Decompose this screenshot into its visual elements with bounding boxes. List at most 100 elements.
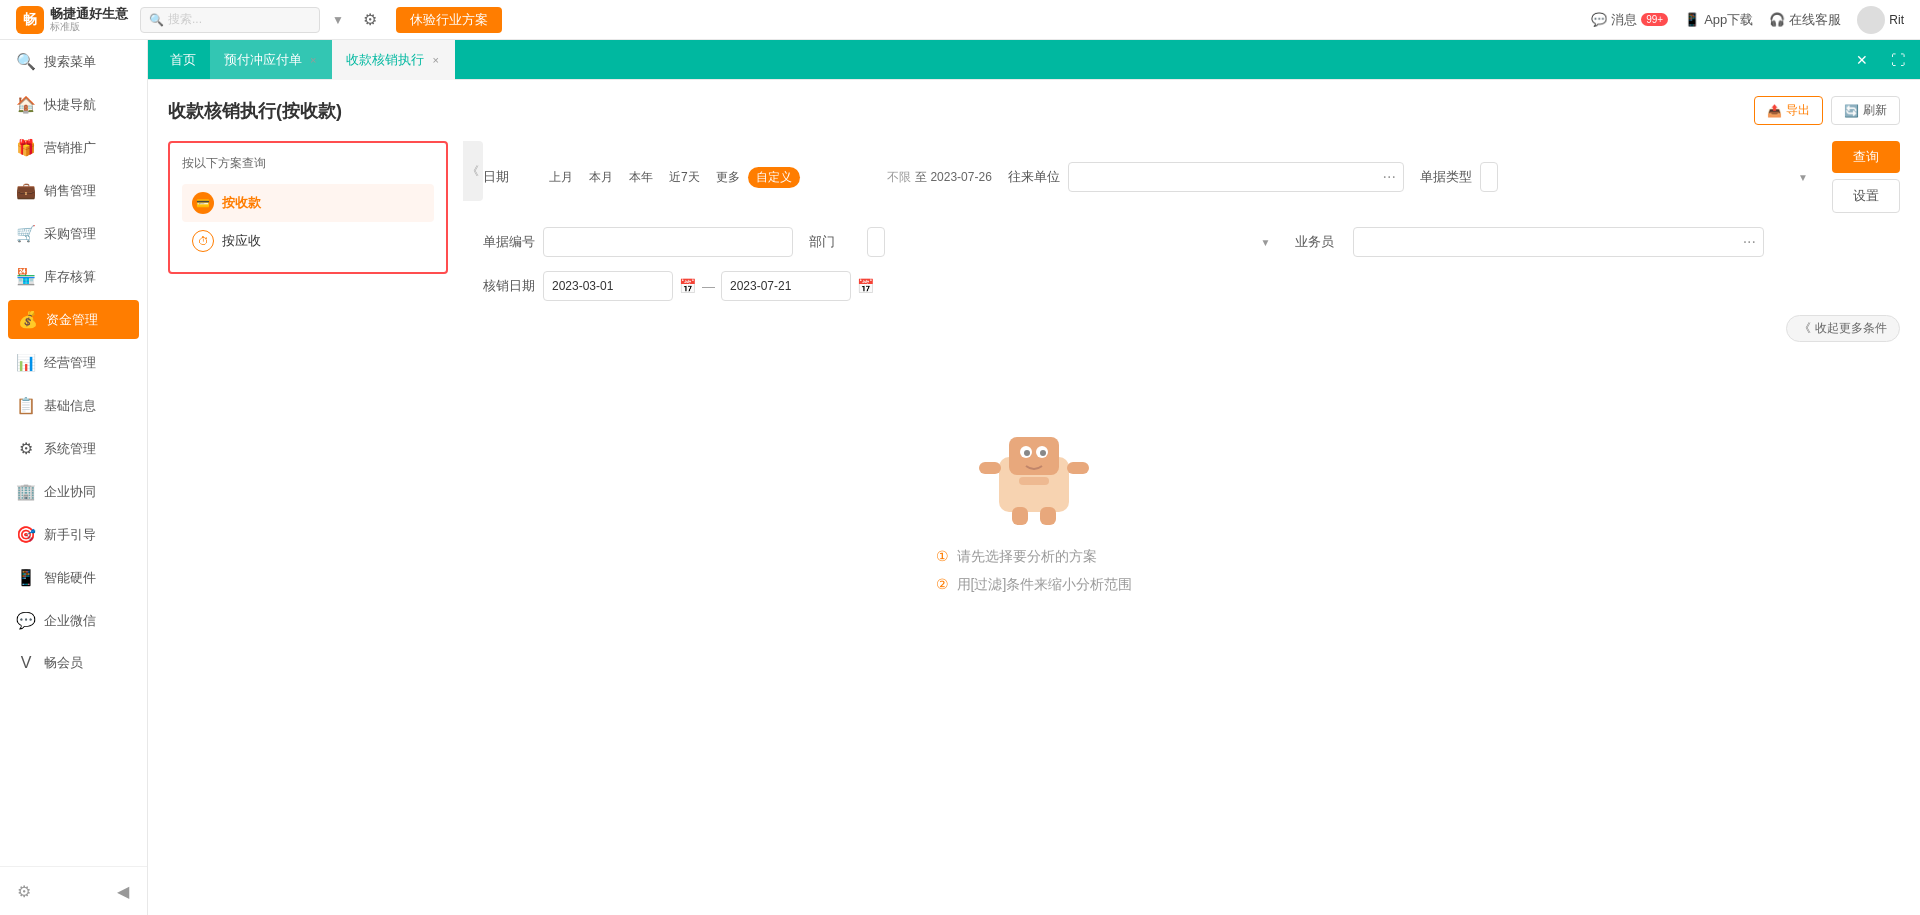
date-tab-custom[interactable]: 自定义: [748, 167, 800, 188]
date-tab-this-month[interactable]: 本月: [581, 167, 621, 188]
sidebar-item-member[interactable]: V 畅会员: [0, 642, 147, 684]
sidebar-collapse-icon[interactable]: ◀: [107, 875, 139, 907]
tab-bar-actions: ✕ ⛶: [1848, 46, 1912, 74]
calendar-start-icon[interactable]: 📅: [679, 278, 696, 294]
nav-dropdown[interactable]: ▼: [332, 13, 344, 27]
sidebar-item-newbie[interactable]: 🎯 新手引导: [0, 513, 147, 556]
newbie-icon: 🎯: [16, 525, 36, 544]
sidebar-item-sales[interactable]: 💼 销售管理: [0, 169, 147, 212]
sidebar-item-finance[interactable]: 💰 资金管理: [8, 300, 139, 339]
inventory-icon: 🏪: [16, 267, 36, 286]
collapse-more-icon: 《: [1799, 320, 1811, 337]
user-name: Rit: [1889, 13, 1904, 27]
date-tab-this-year[interactable]: 本年: [621, 167, 661, 188]
tab-receipt-label: 收款核销执行: [346, 51, 424, 69]
search-icon: 🔍: [149, 13, 164, 27]
sidebar-item-operation[interactable]: 📊 经营管理: [0, 341, 147, 384]
industry-solution-button[interactable]: 休验行业方案: [396, 7, 502, 33]
settings-icon[interactable]: ⚙: [356, 6, 384, 34]
receivable-option-icon: ⏱: [192, 230, 214, 252]
settings-button[interactable]: 设置: [1832, 179, 1900, 213]
top-search-box[interactable]: 🔍 搜索...: [140, 7, 320, 33]
date-tab-7days[interactable]: 近7天: [661, 167, 708, 188]
tab-prepay[interactable]: 预付冲应付单 ×: [210, 40, 332, 80]
date-tab-more[interactable]: 更多: [708, 167, 748, 188]
filter-row-3: 核销日期 📅 — 📅: [483, 271, 1900, 301]
collapse-more-button[interactable]: 《 收起更多条件: [1786, 315, 1900, 342]
sidebar-item-wechat[interactable]: 💬 企业微信: [0, 599, 147, 642]
tab-home[interactable]: 首页: [156, 40, 210, 80]
sidebar-item-basic-info[interactable]: 📋 基础信息: [0, 384, 147, 427]
filter-right-panel: 日期 上月 本月 本年 近7天 更多 自定义: [483, 141, 1900, 342]
date-range: 📅 — 📅: [543, 271, 874, 301]
tab-close-all-button[interactable]: ✕: [1848, 46, 1876, 74]
sidebar-item-label: 基础信息: [44, 397, 96, 415]
tab-expand-button[interactable]: ⛶: [1884, 46, 1912, 74]
sidebar-item-label: 企业微信: [44, 612, 96, 630]
staff-field: 业务员 ···: [1295, 227, 1765, 257]
sidebar-item-marketing[interactable]: 🎁 营销推广: [0, 126, 147, 169]
svg-rect-10: [1040, 507, 1056, 525]
calendar-end-icon[interactable]: 📅: [857, 278, 874, 294]
tab-receipt-close[interactable]: ×: [430, 52, 440, 68]
online-service-button[interactable]: 🎧 在线客服: [1769, 11, 1841, 29]
user-profile[interactable]: Rit: [1857, 6, 1904, 34]
date-tab-last-month[interactable]: 上月: [541, 167, 581, 188]
sales-icon: 💼: [16, 181, 36, 200]
export-button[interactable]: 📤 导出: [1754, 96, 1823, 125]
sidebar-item-quick-nav[interactable]: 🏠 快捷导航: [0, 83, 147, 126]
svg-rect-7: [1067, 462, 1089, 474]
sidebar-item-label: 库存核算: [44, 268, 96, 286]
verify-date-end-input[interactable]: [721, 271, 851, 301]
export-icon: 📤: [1767, 104, 1782, 118]
message-button[interactable]: 💬 消息 99+: [1591, 11, 1668, 29]
sidebar-item-label: 经营管理: [44, 354, 96, 372]
sidebar-settings-icon[interactable]: ⚙: [8, 875, 40, 907]
sidebar-item-label: 销售管理: [44, 182, 96, 200]
sidebar-item-purchase[interactable]: 🛒 采购管理: [0, 212, 147, 255]
empty-state: ① 请先选择要分析的方案 ② 用[过滤]条件来缩小分析范围: [168, 342, 1900, 638]
app-download-button[interactable]: 📱 App下载: [1684, 11, 1753, 29]
doc-no-field: 单据编号: [483, 227, 793, 257]
partner-ellipsis-button[interactable]: ···: [1375, 162, 1404, 192]
sidebar-item-inventory[interactable]: 🏪 库存核算: [0, 255, 147, 298]
staff-input[interactable]: [1353, 227, 1765, 257]
search-placeholder: 搜索...: [168, 11, 202, 28]
tab-receipt[interactable]: 收款核销执行 ×: [332, 40, 454, 80]
sidebar-item-label: 系统管理: [44, 440, 96, 458]
sidebar-item-label: 采购管理: [44, 225, 96, 243]
staff-ellipsis-button[interactable]: ···: [1735, 227, 1764, 257]
empty-hint-2: ② 用[过滤]条件来缩小分析范围: [936, 570, 1133, 598]
verify-date-start-input[interactable]: [543, 271, 673, 301]
sidebar-item-search-menu[interactable]: 🔍 搜索菜单: [0, 40, 147, 83]
filter-row-2: 单据编号 部门 业务员: [483, 227, 1900, 257]
enterprise-icon: 🏢: [16, 482, 36, 501]
partner-input[interactable]: [1068, 162, 1404, 192]
refresh-button[interactable]: 🔄 刷新: [1831, 96, 1900, 125]
download-icon: 📱: [1684, 12, 1700, 27]
page-header: 收款核销执行(按收款) 📤 导出 🔄 刷新: [168, 96, 1900, 125]
svg-point-4: [1024, 450, 1030, 456]
sidebar-item-enterprise[interactable]: 🏢 企业协同: [0, 470, 147, 513]
doc-no-input[interactable]: [543, 227, 793, 257]
doc-type-field: 单据类型: [1420, 162, 1816, 192]
filter-collapse-button[interactable]: 《: [463, 141, 483, 201]
doc-type-select-wrap: [1480, 162, 1816, 192]
sidebar-item-system[interactable]: ⚙ 系统管理: [0, 427, 147, 470]
doc-type-select[interactable]: [1480, 162, 1498, 192]
tab-prepay-close[interactable]: ×: [308, 52, 318, 68]
query-button[interactable]: 查询: [1832, 141, 1900, 173]
sidebar-item-hardware[interactable]: 📱 智能硬件: [0, 556, 147, 599]
filter-option-by-receipt[interactable]: 💳 按收款: [182, 184, 434, 222]
refresh-icon: 🔄: [1844, 104, 1859, 118]
receipt-option-label: 按收款: [222, 194, 261, 212]
filter-option-by-receivable[interactable]: ⏱ 按应收: [182, 222, 434, 260]
logo-icon: 畅: [16, 6, 44, 34]
system-icon: ⚙: [16, 439, 36, 458]
page-title: 收款核销执行(按收款): [168, 99, 342, 123]
staff-input-wrap: ···: [1353, 227, 1765, 257]
dept-select[interactable]: [867, 227, 885, 257]
lightning-icon: 🏠: [16, 95, 36, 114]
sidebar-item-label: 智能硬件: [44, 569, 96, 587]
sidebar-item-label: 畅会员: [44, 654, 83, 672]
